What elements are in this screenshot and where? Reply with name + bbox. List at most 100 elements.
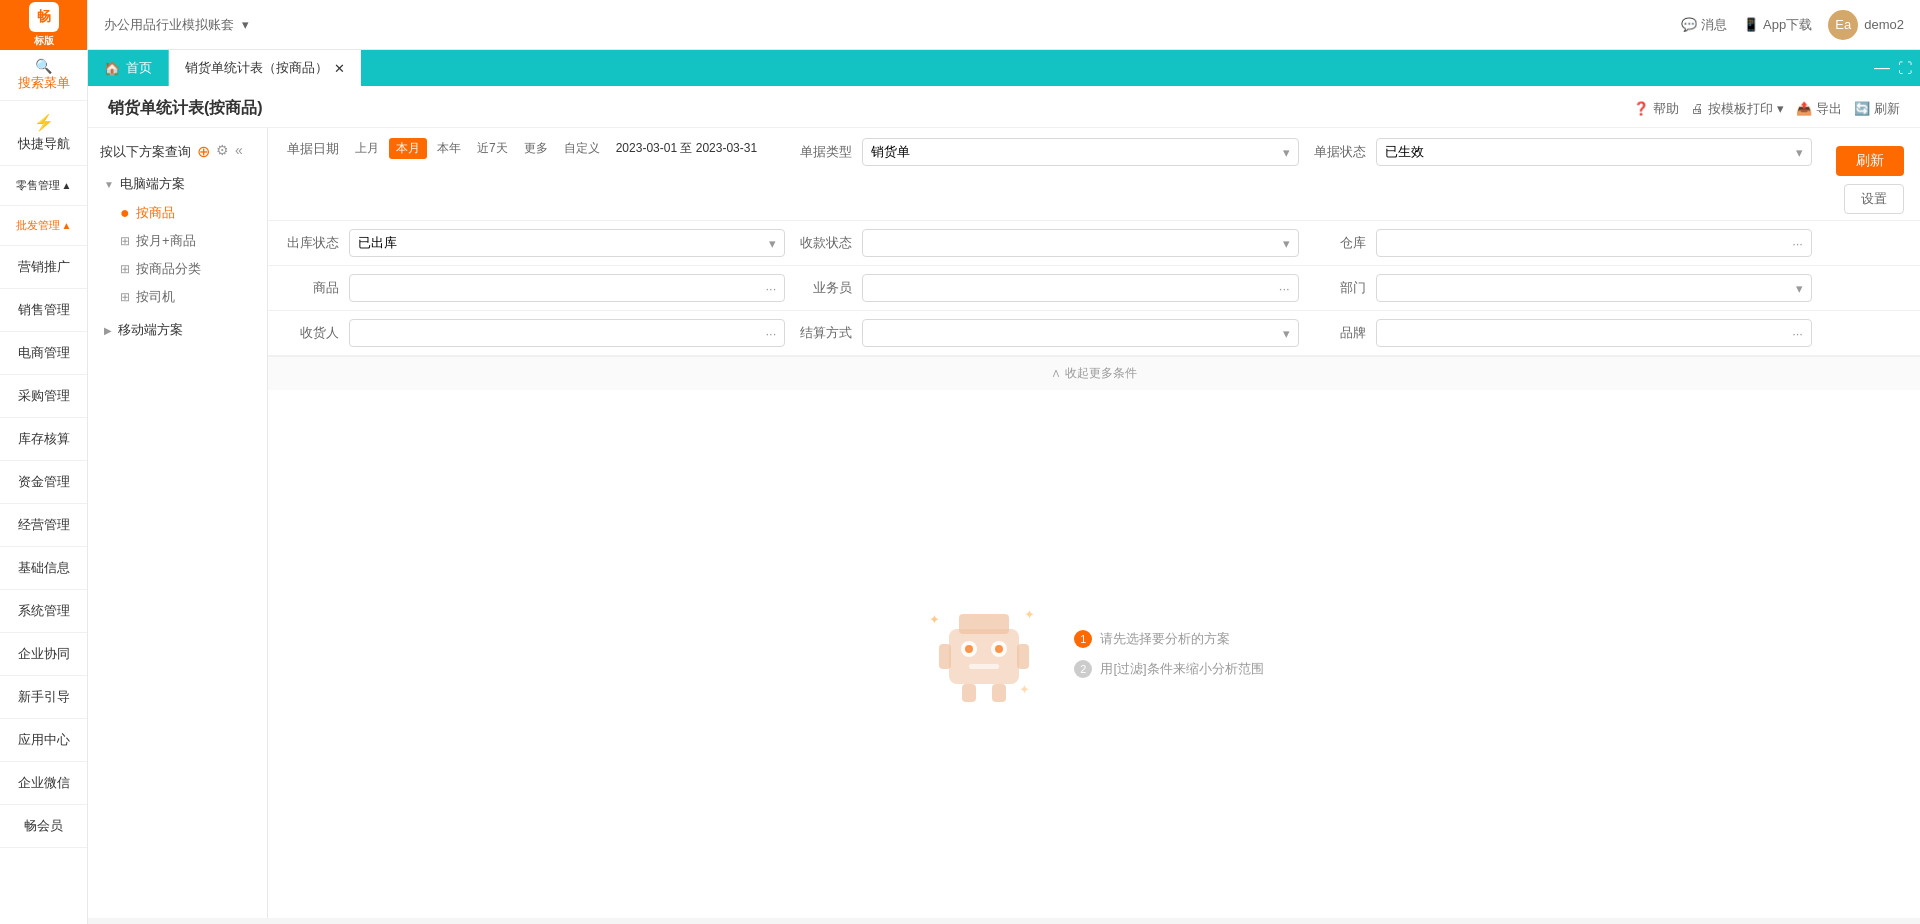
tree-item-by-category[interactable]: ⊞ 按商品分类: [112, 255, 259, 283]
grid-icon-3: ⊞: [120, 290, 130, 304]
svg-text:✦: ✦: [1019, 682, 1030, 697]
date-tab-this-month[interactable]: 本月: [389, 138, 427, 159]
docstatus-dropdown-icon: ▾: [1796, 145, 1803, 160]
warehouse-value: 已出库: [358, 234, 397, 252]
sidebar-item-guide[interactable]: 新手引导: [0, 676, 87, 719]
svg-point-5: [995, 645, 1003, 653]
tab-actions: — ⛶: [1866, 50, 1920, 86]
svg-rect-8: [1017, 644, 1029, 669]
tree-pc-section[interactable]: ▼ 电脑端方案: [96, 169, 259, 199]
tab-minimize-icon[interactable]: —: [1874, 59, 1890, 77]
filter-docstatus-group: 单据状态 已生效 ▾: [1311, 138, 1812, 166]
sidebar-item-sales[interactable]: 销售管理: [0, 289, 87, 332]
sidebar-item-collab[interactable]: 企业协同: [0, 633, 87, 676]
sidebar-item-wechat[interactable]: 企业微信: [0, 762, 87, 805]
tree-item-by-goods[interactable]: ● 按商品: [112, 199, 259, 227]
sidebar-item-retail[interactable]: 零售管理 ▲: [0, 166, 87, 206]
storage-select[interactable]: ···: [1376, 229, 1812, 257]
username: demo2: [1864, 17, 1904, 32]
filter-department: 部门 ▾: [1311, 274, 1812, 302]
date-tab-custom[interactable]: 自定义: [558, 138, 606, 159]
query-button[interactable]: 刷新: [1836, 146, 1904, 176]
payment-select[interactable]: ▾: [862, 229, 1298, 257]
app-logo: 畅 标版: [0, 0, 87, 50]
page-header: 销货单统计表(按商品) ❓ 帮助 🖨 按模板打印 ▾ 📤 导出: [88, 86, 1920, 128]
payment-label: 收款状态: [797, 234, 862, 252]
refresh-button[interactable]: 🔄 刷新: [1854, 100, 1900, 118]
doctype-select[interactable]: 销货单 ▾: [862, 138, 1298, 166]
department-select[interactable]: ▾: [1376, 274, 1812, 302]
sidebar-item-appcenter[interactable]: 应用中心: [0, 719, 87, 762]
filter-recipient: 收货人 ···: [284, 319, 785, 347]
settings-button[interactable]: 设置: [1844, 184, 1904, 214]
breadcrumb: 办公用品行业模拟账套 ▾: [104, 16, 249, 34]
payment-dropdown-icon: ▾: [1283, 236, 1290, 251]
date-tab-last-month[interactable]: 上月: [349, 138, 385, 159]
svg-text:✦: ✦: [929, 612, 940, 627]
right-panel: 单据日期 上月 本月 本年 近7天 更多 自定义 2023-03-01 至 20…: [268, 128, 1920, 918]
sidebar-item-finance[interactable]: 资金管理: [0, 461, 87, 504]
page-actions: ❓ 帮助 🖨 按模板打印 ▾ 📤 导出 🔄 刷新: [1633, 100, 1900, 118]
sidebar-item-member[interactable]: 畅会员: [0, 805, 87, 848]
user-profile[interactable]: Ea demo2: [1828, 10, 1904, 40]
filter-settlement: 结算方式 ▾: [797, 319, 1298, 347]
sidebar-item-marketing[interactable]: 营销推广: [0, 246, 87, 289]
tree-mobile-section[interactable]: ▶ 移动端方案: [96, 315, 259, 345]
print-button[interactable]: 🖨 按模板打印 ▾: [1691, 100, 1784, 118]
sidebar-item-ecommerce[interactable]: 电商管理: [0, 332, 87, 375]
export-button[interactable]: 📤 导出: [1796, 100, 1842, 118]
sidebar-item-operations[interactable]: 经营管理: [0, 504, 87, 547]
doctype-value: 销货单: [871, 143, 910, 161]
salesperson-dots-icon: ···: [1279, 281, 1290, 296]
add-scheme-icon[interactable]: ⊕: [197, 142, 210, 161]
svg-point-4: [965, 645, 973, 653]
tab-maximize-icon[interactable]: ⛶: [1898, 60, 1912, 76]
settings-scheme-icon[interactable]: ⚙: [216, 142, 229, 161]
docstatus-label: 单据状态: [1311, 143, 1376, 161]
docstatus-select[interactable]: 已生效 ▾: [1376, 138, 1812, 166]
tree-item-by-month-goods[interactable]: ⊞ 按月+商品: [112, 227, 259, 255]
tree-item-by-driver[interactable]: ⊞ 按司机: [112, 283, 259, 311]
settlement-select[interactable]: ▾: [862, 319, 1298, 347]
tab-sales-stat[interactable]: 销货单统计表（按商品） ✕: [169, 50, 361, 86]
doctype-label: 单据类型: [797, 143, 862, 161]
filter-payment-status: 收款状态 ▾: [797, 229, 1298, 257]
message-button[interactable]: 💬 消息: [1681, 16, 1727, 34]
dropdown-arrow-icon[interactable]: ▾: [242, 17, 249, 32]
sidebar-item-inventory[interactable]: 库存核算: [0, 418, 87, 461]
warehouse-select[interactable]: 已出库 ▾: [349, 229, 785, 257]
svg-rect-9: [962, 684, 976, 702]
help-button[interactable]: ❓ 帮助: [1633, 100, 1679, 118]
docstatus-value: 已生效: [1385, 143, 1424, 161]
sidebar-item-purchase[interactable]: 采购管理: [0, 375, 87, 418]
tab-home[interactable]: 🏠 首页: [88, 50, 169, 86]
recipient-select[interactable]: ···: [349, 319, 785, 347]
sidebar-item-search[interactable]: 🔍 搜索菜单: [0, 50, 87, 101]
header-actions: 💬 消息 📱 App下载 Ea demo2: [1681, 10, 1904, 40]
salesperson-select[interactable]: ···: [862, 274, 1298, 302]
filter-goods: 商品 ···: [284, 274, 785, 302]
collapse-panel-icon[interactable]: «: [235, 142, 243, 161]
sidebar-item-system[interactable]: 系统管理: [0, 590, 87, 633]
salesperson-label: 业务员: [797, 279, 862, 297]
left-panel-header: 按以下方案查询 ⊕ ⚙ «: [88, 138, 267, 169]
brand-select[interactable]: ···: [1376, 319, 1812, 347]
collapse-filters-button[interactable]: ∧ 收起更多条件: [268, 356, 1920, 390]
query-actions: 刷新 设置: [1824, 138, 1904, 214]
sidebar-item-wholesale[interactable]: 批发管理 ▲: [0, 206, 87, 246]
app-subtitle: 标版: [34, 34, 54, 48]
print-dropdown-icon[interactable]: ▾: [1777, 101, 1784, 116]
date-tab-7days[interactable]: 近7天: [471, 138, 514, 159]
active-item-icon: ●: [120, 204, 130, 222]
industry-label: 办公用品行业模拟账套: [104, 16, 234, 34]
sidebar-item-quicknav[interactable]: ⚡ 快捷导航: [0, 101, 87, 166]
date-tab-this-year[interactable]: 本年: [431, 138, 467, 159]
app-download-button[interactable]: 📱 App下载: [1743, 16, 1812, 34]
goods-label: 商品: [284, 279, 349, 297]
date-tab-more[interactable]: 更多: [518, 138, 554, 159]
settlement-dropdown-icon: ▾: [1283, 326, 1290, 341]
sidebar-item-basic-info[interactable]: 基础信息: [0, 547, 87, 590]
tab-close-icon[interactable]: ✕: [334, 61, 345, 76]
goods-select[interactable]: ···: [349, 274, 785, 302]
tip-number-2: 2: [1074, 660, 1092, 678]
